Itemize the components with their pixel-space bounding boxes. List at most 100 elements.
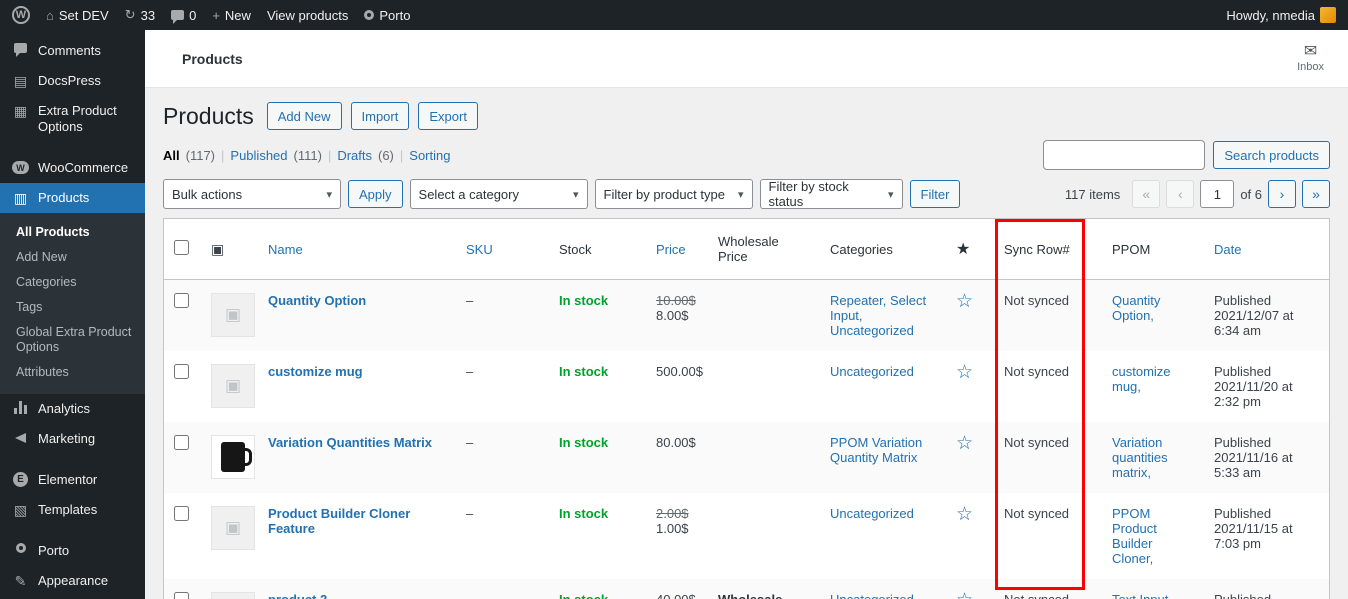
category-links[interactable]: Uncategorized [830, 364, 914, 379]
publish-date: 2021/11/15 at 7:03 pm [1214, 521, 1293, 551]
sort-sku-header[interactable]: SKU [466, 242, 493, 257]
product-thumbnail[interactable]: ▣ [211, 506, 255, 550]
sidebar-item-label: Porto [38, 543, 70, 558]
sort-name-header[interactable]: Name [268, 242, 303, 257]
sidebar-item-docspress[interactable]: ▤ DocsPress [0, 66, 145, 96]
view-sorting-link[interactable]: Sorting [409, 148, 450, 163]
ppom-link[interactable]: PPOM Product Builder Cloner, [1112, 506, 1157, 566]
submenu-categories[interactable]: Categories [0, 270, 145, 295]
row-checkbox[interactable] [174, 506, 189, 521]
row-checkbox[interactable] [174, 592, 189, 599]
category-links[interactable]: Uncategorized [830, 506, 914, 521]
product-name-link[interactable]: customize mug [268, 364, 363, 379]
sidebar-item-elementor[interactable]: E Elementor [0, 465, 145, 495]
new-content-button[interactable]: + New [212, 8, 251, 23]
sidebar-item-marketing[interactable]: Marketing [0, 424, 145, 454]
import-button[interactable]: Import [350, 102, 410, 130]
sidebar-item-label: Elementor [38, 472, 98, 487]
stock-status-filter-select[interactable]: Filter by stock status ▾ [759, 179, 903, 209]
submenu-attributes[interactable]: Attributes [0, 360, 145, 385]
sidebar-item-products[interactable]: ▥ Products [0, 183, 145, 213]
view-drafts-link[interactable]: Drafts [337, 148, 372, 163]
ppom-link[interactable]: Variation quantities matrix, [1112, 435, 1168, 480]
apply-button[interactable]: Apply [348, 180, 403, 208]
search-products-button[interactable]: Search products [1213, 141, 1330, 169]
product-name-link[interactable]: Variation Quantities Matrix [268, 435, 432, 450]
porto-admin-button[interactable]: Porto [364, 8, 410, 23]
featured-star-icon[interactable]: ☆ [956, 362, 973, 383]
sku-value: – [466, 506, 474, 521]
sidebar-item-templates[interactable]: ▧ Templates [0, 495, 145, 525]
submenu-all-products[interactable]: All Products [0, 220, 145, 245]
category-links[interactable]: Repeater, Select Input, Uncategorized [830, 293, 926, 338]
ppom-link[interactable]: Text Input, [1112, 592, 1172, 599]
view-all-link[interactable]: All [163, 148, 180, 163]
bulk-actions-select[interactable]: Bulk actions ▾ [163, 179, 341, 209]
export-button[interactable]: Export [418, 102, 478, 130]
product-thumbnail[interactable]: ▣ [211, 364, 255, 408]
table-row: ▣ Product Builder Cloner Feature – In st… [164, 493, 1329, 579]
product-name-link[interactable]: Product Builder Cloner Feature [268, 506, 410, 536]
product-type-filter-select[interactable]: Filter by product type ▾ [594, 179, 753, 209]
wholesale-cell: Wholesale Customer Wholesale Price: [708, 579, 820, 599]
table-row: Variation Quantities Matrix – In stock 8… [164, 422, 1329, 493]
analytics-chart-icon [14, 401, 27, 414]
products-table: ▣ Name SKU Stock Price Wholesale Price C… [164, 219, 1329, 599]
ppom-link[interactable]: customize mug, [1112, 364, 1171, 394]
product-name-link[interactable]: product 2 [268, 592, 327, 599]
table-row: ▣ product 2 – In stock 40.00$ Wholesale … [164, 579, 1329, 599]
row-checkbox[interactable] [174, 364, 189, 379]
row-checkbox[interactable] [174, 435, 189, 450]
category-links[interactable]: Uncategorized [830, 592, 914, 599]
submenu-global-extra-product-options[interactable]: Global Extra Product Options [0, 320, 145, 360]
publish-date: 2021/11/16 at 5:33 am [1214, 450, 1293, 480]
sidebar-item-analytics[interactable]: Analytics [0, 394, 145, 424]
product-thumbnail[interactable] [211, 435, 255, 479]
featured-star-icon[interactable]: ☆ [956, 504, 973, 525]
stock-status: In stock [559, 364, 609, 379]
view-published-link[interactable]: Published [230, 148, 287, 163]
sort-price-header[interactable]: Price [656, 242, 686, 257]
wordpress-logo-button[interactable]: W [12, 6, 30, 24]
featured-star-icon[interactable]: ☆ [956, 590, 973, 599]
product-name-link[interactable]: Quantity Option [268, 293, 366, 308]
sidebar-item-comments[interactable]: Comments [0, 36, 145, 66]
updates-icon: ↻ [124, 7, 136, 22]
sort-date-header[interactable]: Date [1214, 242, 1241, 257]
featured-star-icon[interactable]: ☆ [956, 433, 973, 454]
elementor-icon: E [13, 472, 28, 487]
search-input[interactable] [1043, 140, 1206, 170]
filter-button[interactable]: Filter [909, 180, 961, 208]
items-count: 117 items [1064, 186, 1121, 202]
inbox-button[interactable]: ✉ Inbox [1291, 44, 1330, 74]
view-published-count: (111) [293, 147, 322, 163]
grid-icon: ▦ [13, 103, 28, 119]
featured-star-icon[interactable]: ☆ [956, 291, 973, 312]
current-page-input[interactable] [1200, 180, 1235, 208]
category-filter-select[interactable]: Select a category ▾ [409, 179, 588, 209]
account-menu[interactable]: Howdy, nmedia [1226, 7, 1336, 23]
wholesale-cell [708, 493, 820, 579]
view-products-button[interactable]: View products [267, 8, 348, 23]
site-name-button[interactable]: ⌂ Set DEV [46, 8, 109, 23]
sidebar-item-porto[interactable]: Porto [0, 536, 145, 566]
product-thumbnail[interactable]: ▣ [211, 293, 255, 337]
comments-bubble-button[interactable]: 0 [171, 8, 196, 24]
row-checkbox[interactable] [174, 293, 189, 308]
sidebar-item-extra-product-options[interactable]: ▦ Extra Product Options [0, 96, 145, 142]
price-old: 10.00$ [656, 293, 696, 308]
sidebar-item-appearance[interactable]: ✎ Appearance [0, 566, 145, 596]
ppom-link[interactable]: Quantity Option, [1112, 293, 1160, 323]
updates-button[interactable]: ↻ 33 [125, 7, 155, 23]
category-links[interactable]: PPOM Variation Quantity Matrix [830, 435, 922, 465]
submenu-add-new[interactable]: Add New [0, 245, 145, 270]
user-avatar [1320, 7, 1336, 23]
last-page-button[interactable]: » [1302, 180, 1330, 208]
product-thumbnail[interactable]: ▣ [211, 592, 255, 599]
wordpress-admin-screen: W ⌂ Set DEV ↻ 33 0 + New View products P… [0, 0, 1348, 599]
submenu-tags[interactable]: Tags [0, 295, 145, 320]
select-all-checkbox[interactable] [174, 240, 189, 255]
next-page-button[interactable]: › [1268, 180, 1296, 208]
add-new-button[interactable]: Add New [266, 102, 342, 130]
sidebar-item-woocommerce[interactable]: W WooCommerce [0, 153, 145, 183]
